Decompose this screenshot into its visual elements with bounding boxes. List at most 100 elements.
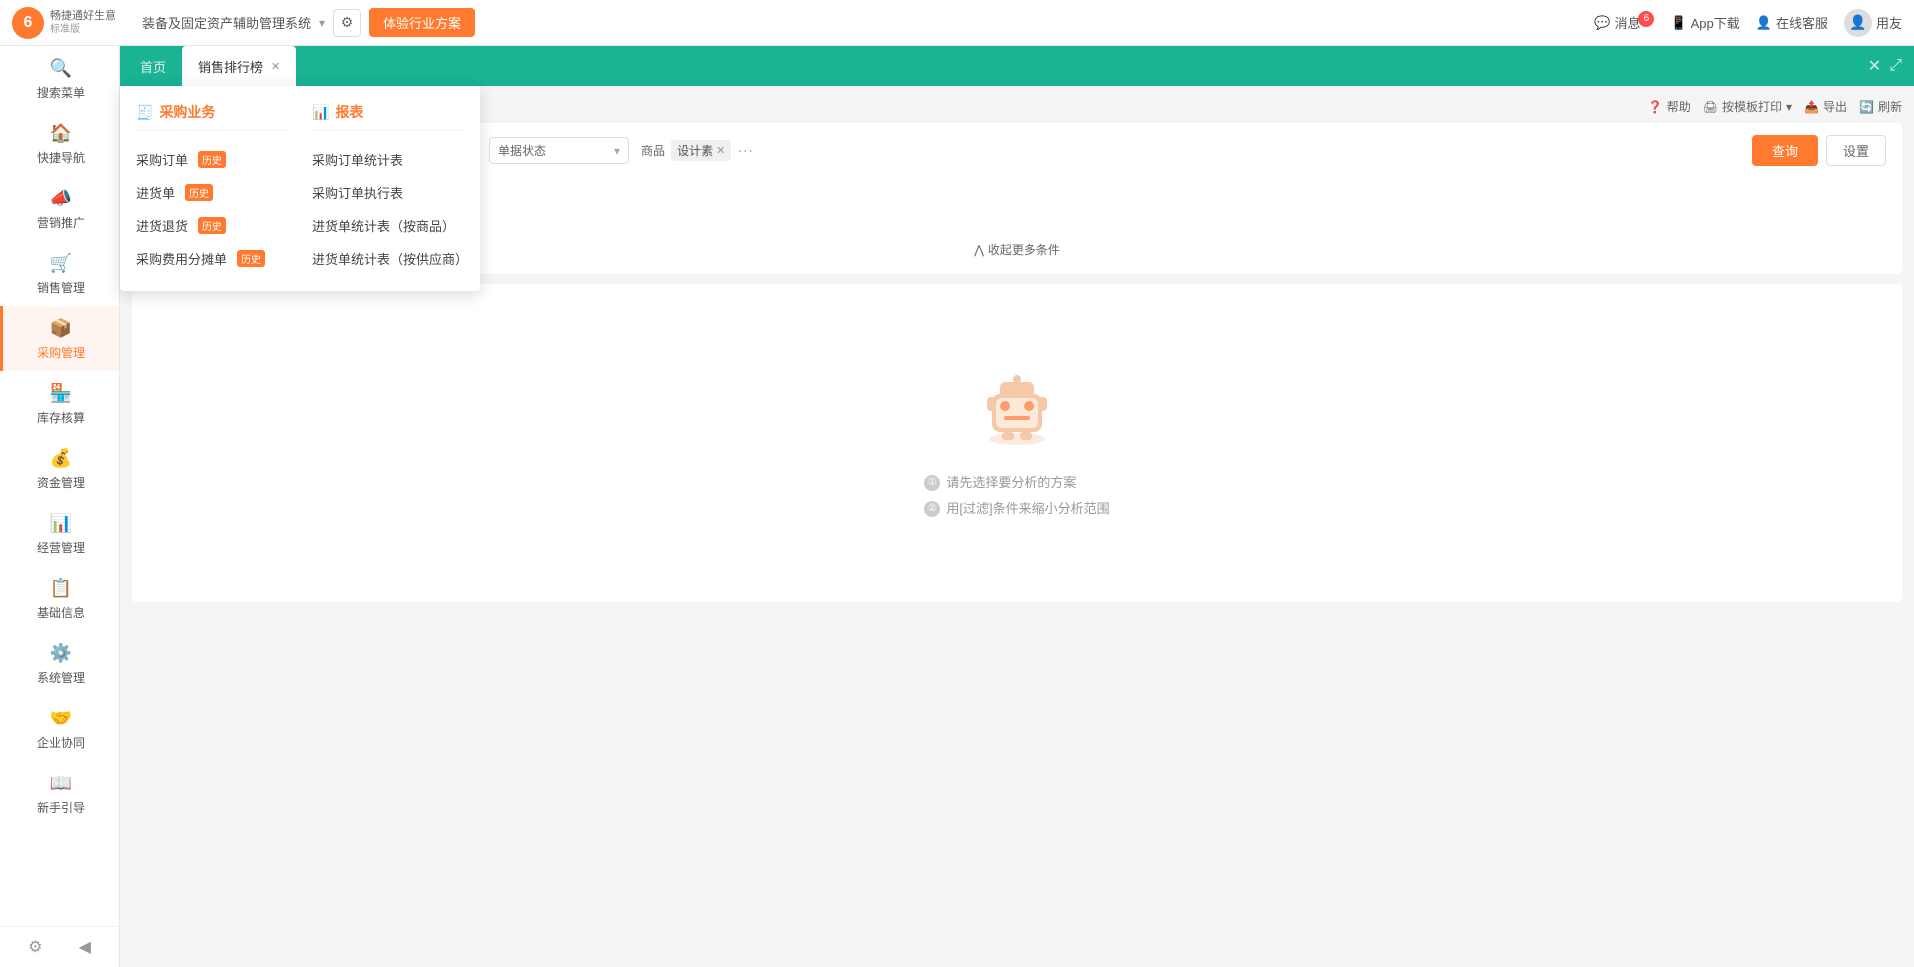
tab-home-label: 首页	[140, 57, 166, 76]
help-button[interactable]: ❓ 帮助	[1648, 98, 1691, 115]
system-title: 装备及固定资产辅助管理系统	[142, 13, 311, 32]
sidebar-item-enterprise[interactable]: 🤝 企业协同	[0, 696, 119, 761]
empty-tips: ① 请先选择要分析的方案 ② 用[过滤]条件来缩小分析范围	[924, 470, 1109, 522]
sidebar-item-inventory-label: 库存核算	[37, 409, 85, 426]
template-print-label: 按模板打印	[1722, 98, 1782, 115]
cart-icon: 🛒	[49, 251, 73, 275]
notification-button[interactable]: 💬 消息 6	[1594, 13, 1654, 32]
settings-button[interactable]: 设置	[1826, 135, 1886, 166]
doc-status-select[interactable]: 单据状态 ▾	[489, 137, 629, 164]
sidebar: 🔍 搜索菜单 🏠 快捷导航 📣 营销推广 🛒 销售管理 📦 采购管理 🏪 库存核…	[0, 46, 120, 967]
logo-icon: 6	[12, 7, 44, 39]
sidebar-footer: ⚙ ◀	[0, 926, 119, 967]
goods-label: 商品	[641, 142, 665, 159]
sidebar-item-quick-nav[interactable]: 🏠 快捷导航	[0, 111, 119, 176]
stock-return-label: 进货退货	[136, 216, 188, 235]
sidebar-item-basic-label: 基础信息	[37, 604, 85, 621]
header-middle: 装备及固定资产辅助管理系统 ▾ ⚙ 体验行业方案	[132, 8, 1594, 37]
tip1-num: ①	[924, 475, 940, 491]
sidebar-item-finance[interactable]: 💰 资金管理	[0, 436, 119, 501]
dropdown-item-purchase-order-stats[interactable]: 采购订单统计表	[312, 143, 464, 176]
dropdown-item-stock-stats-goods[interactable]: 进货单统计表（按商品）	[312, 209, 464, 242]
tab-home[interactable]: 首页	[124, 46, 182, 86]
tab-close-all-icon[interactable]: ✕	[1868, 56, 1881, 76]
settings-icon[interactable]: ⚙	[333, 9, 361, 37]
help-icon: ❓	[1648, 100, 1663, 114]
report-col-icon: 📊	[312, 104, 329, 121]
sidebar-item-enterprise-label: 企业协同	[37, 734, 85, 751]
history-badge-1: 历史	[198, 151, 226, 168]
dropdown-item-stock-stats-supplier[interactable]: 进货单统计表（按供应商）	[312, 242, 464, 275]
dropdown-item-purchase-order-exec[interactable]: 采购订单执行表	[312, 176, 464, 209]
refresh-button[interactable]: 🔄 刷新	[1859, 98, 1902, 115]
collapse-up-icon: ⋀	[974, 243, 984, 257]
tab-bar-right: ✕ ⤢	[1868, 56, 1910, 76]
chart-icon: 📊	[49, 511, 73, 535]
top-header: 6 畅捷通好生意 标准版 装备及固定资产辅助管理系统 ▾ ⚙ 体验行业方案 💬 …	[0, 0, 1914, 46]
template-print-button[interactable]: 🖨 按模板打印 ▾	[1703, 98, 1792, 115]
sidebar-item-basic[interactable]: 📋 基础信息	[0, 566, 119, 631]
handshake-icon: 🤝	[49, 706, 73, 730]
bell-icon: 💬	[1594, 15, 1610, 31]
stock-in-label: 进货单	[136, 183, 175, 202]
empty-state-icon	[972, 364, 1062, 454]
purchase-order-stats-label: 采购订单统计表	[312, 150, 403, 169]
notification-label: 消息	[1614, 13, 1640, 32]
tab-expand-icon[interactable]: ⤢	[1889, 57, 1902, 75]
goods-dots-icon[interactable]: ⋯	[737, 141, 753, 161]
refresh-label: 刷新	[1878, 98, 1902, 115]
purchase-order-label: 采购订单	[136, 150, 188, 169]
sidebar-item-inventory[interactable]: 🏪 库存核算	[0, 371, 119, 436]
dropdown-item-purchase-order[interactable]: 采购订单 历史	[136, 143, 288, 176]
goods-tag-close-icon[interactable]: ✕	[716, 144, 725, 157]
user-menu[interactable]: 👤 用友	[1844, 9, 1902, 37]
dropdown-item-stock-return[interactable]: 进货退货 历史	[136, 209, 288, 242]
app-download-button[interactable]: 📱 App下载	[1670, 13, 1739, 32]
action-buttons: 查询 设置	[1752, 135, 1886, 166]
sidebar-item-marketing-label: 营销推广	[37, 214, 85, 231]
notification-badge: 6	[1638, 11, 1654, 27]
book-icon: 📖	[49, 771, 73, 795]
industry-button[interactable]: 体验行业方案	[369, 8, 475, 37]
tip2-text: 用[过滤]条件来缩小分析范围	[946, 496, 1109, 522]
print-icon: 🖨	[1703, 100, 1718, 114]
query-button[interactable]: 查询	[1752, 135, 1818, 166]
sidebar-item-purchase-label: 采购管理	[37, 344, 85, 361]
sidebar-item-marketing[interactable]: 📣 营销推广	[0, 176, 119, 241]
sidebar-item-operations[interactable]: 📊 经营管理	[0, 501, 119, 566]
stock-stats-supplier-label: 进货单统计表（按供应商）	[312, 249, 464, 268]
refresh-icon: 🔄	[1859, 100, 1874, 114]
sidebar-item-system[interactable]: ⚙️ 系统管理	[0, 631, 119, 696]
user-label: 用友	[1876, 13, 1902, 32]
history-badge-2: 历史	[185, 184, 213, 201]
footer-settings-icon[interactable]: ⚙	[28, 937, 42, 957]
sidebar-item-search[interactable]: 🔍 搜索菜单	[0, 46, 119, 111]
history-badge-3: 历史	[198, 217, 226, 234]
tab-sales-ranking[interactable]: 销售排行榜 ✕	[182, 46, 296, 86]
user-avatar: 👤	[1844, 9, 1872, 37]
stock-stats-goods-label: 进货单统计表（按商品）	[312, 216, 455, 235]
footer-collapse-icon[interactable]: ◀	[79, 937, 91, 957]
sidebar-item-newbie[interactable]: 📖 新手引导	[0, 761, 119, 826]
sidebar-item-purchase[interactable]: 📦 采购管理	[0, 306, 119, 371]
dropdown-item-purchase-cost[interactable]: 采购费用分摊单 历史	[136, 242, 288, 275]
dropdown-item-stock-in[interactable]: 进货单 历史	[136, 176, 288, 209]
purchase-cost-label: 采购费用分摊单	[136, 249, 227, 268]
sidebar-item-system-label: 系统管理	[37, 669, 85, 686]
purchase-col-icon: 🧾	[136, 104, 153, 121]
tab-close-icon[interactable]: ✕	[271, 60, 280, 73]
goods-tag: 设计素 ✕	[671, 140, 731, 161]
collapse-label: 收起更多条件	[988, 241, 1060, 258]
dropdown-arrow-icon[interactable]: ▾	[319, 16, 325, 30]
online-service-button[interactable]: 👤 在线客服	[1756, 13, 1828, 32]
header-right: 💬 消息 6 📱 App下载 👤 在线客服 👤 用友	[1594, 9, 1902, 37]
search-icon: 🔍	[49, 56, 73, 80]
logo-area: 6 畅捷通好生意 标准版	[12, 7, 132, 39]
dropdown-purchase-col: 🧾 采购业务 采购订单 历史 进货单 历史 进货退货 历史 采购费用分摊单 历史	[136, 102, 288, 275]
sidebar-item-finance-label: 资金管理	[37, 474, 85, 491]
doc-status-caret-icon: ▾	[614, 144, 620, 158]
export-button[interactable]: 📤 导出	[1804, 98, 1847, 115]
online-service-label: 在线客服	[1776, 13, 1828, 32]
goods-tag-text: 设计素	[677, 142, 713, 159]
sidebar-item-sales[interactable]: 🛒 销售管理	[0, 241, 119, 306]
